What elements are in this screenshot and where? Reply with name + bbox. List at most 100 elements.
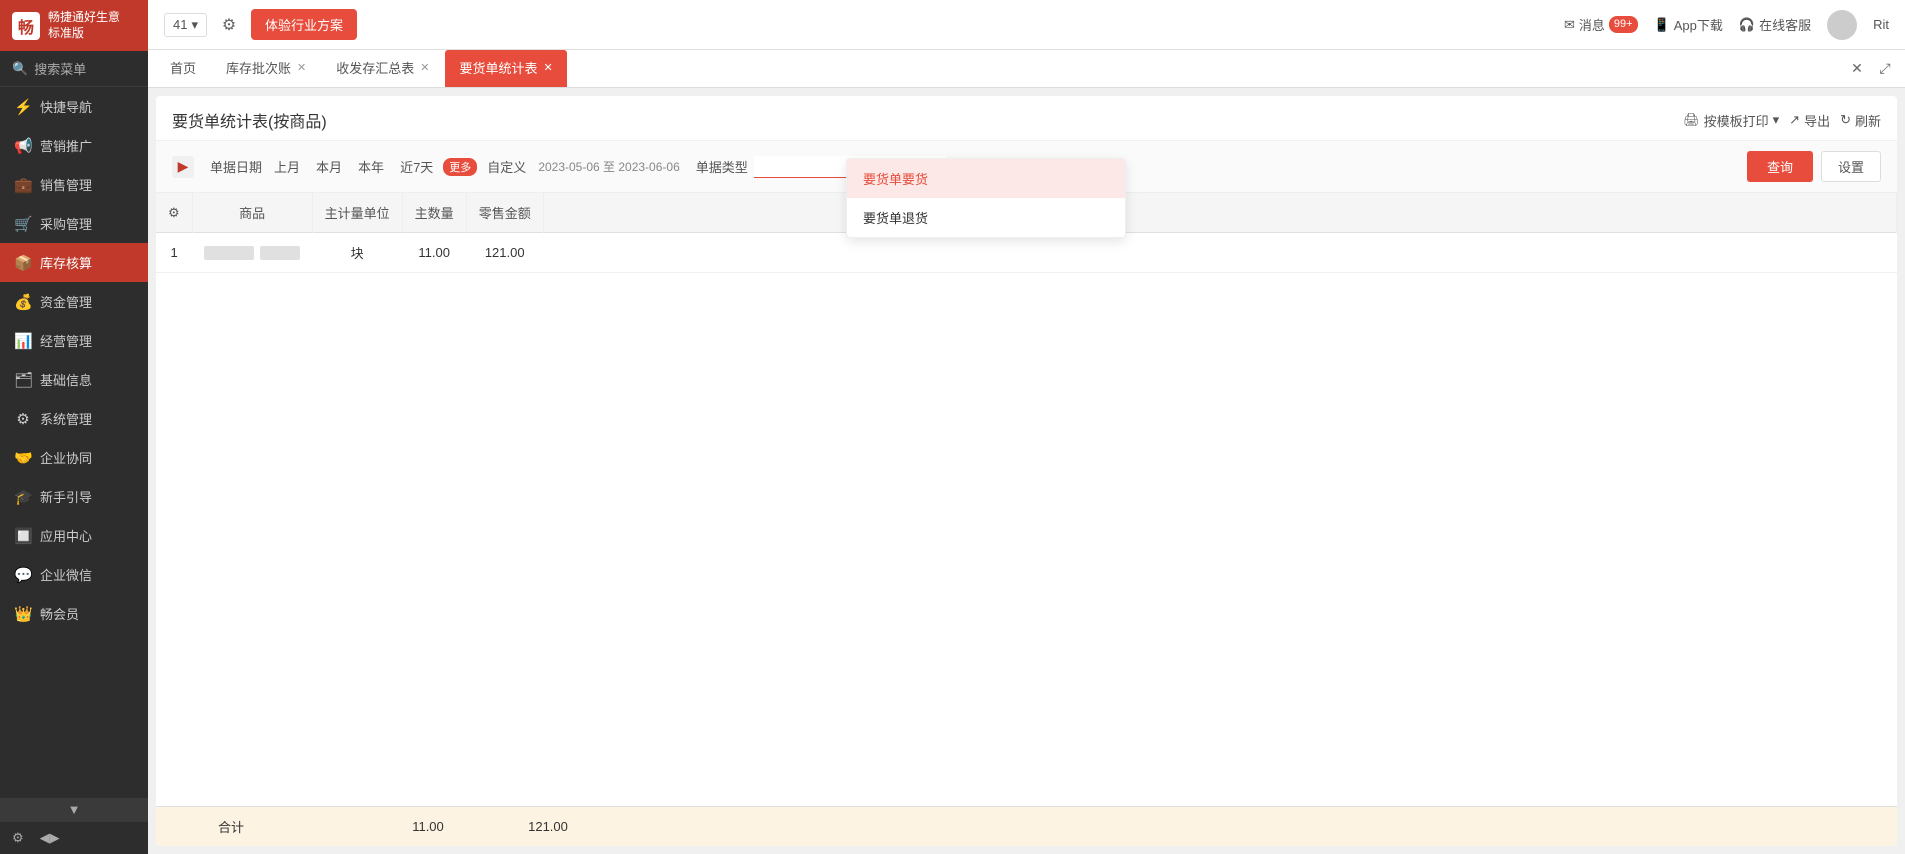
sidebar-item-sales[interactable]: 💼销售管理 <box>0 165 148 204</box>
cell-index-0: 1 <box>156 233 192 273</box>
service-label: 在线客服 <box>1759 15 1811 34</box>
notification-badge: 99+ <box>1609 16 1638 33</box>
more-dates-badge[interactable]: 更多 <box>443 158 477 176</box>
cell-product-0 <box>192 233 312 273</box>
sidebar-icon-quick-nav: ⚡ <box>14 98 32 116</box>
tab-close-order-stats[interactable]: ✕ <box>544 61 553 74</box>
sidebar-icon-purchase: 🛒 <box>14 215 32 233</box>
cell-extra-0 <box>543 233 1896 273</box>
column-settings-icon[interactable]: ⚙ <box>168 205 180 220</box>
sidebar-item-quick-nav[interactable]: ⚡ 快捷导航 <box>0 87 148 126</box>
col-extra <box>543 193 1896 233</box>
message-button[interactable]: ✉ 消息 99+ <box>1564 15 1638 34</box>
tab-label-receive-summary: 收发存汇总表 <box>336 58 414 77</box>
custom-date-btn[interactable]: 自定义 <box>481 155 532 178</box>
sidebar-label-purchase: 采购管理 <box>40 214 92 233</box>
store-selector[interactable]: 41 ▾ <box>164 13 207 37</box>
tab-label-home: 首页 <box>170 58 196 77</box>
sidebar-icon-basics: 🗂 <box>14 371 32 389</box>
filter-actions: 查询 设置 <box>1747 151 1881 182</box>
sidebar-label-basics: 基础信息 <box>40 370 92 389</box>
refresh-button[interactable]: ↻ 刷新 <box>1840 111 1881 130</box>
cell-amount-0: 121.00 <box>466 233 543 273</box>
message-icon: ✉ <box>1564 17 1575 33</box>
page-actions: 🖨 按模板打印 ▾ ↗ 导出 ↻ 刷新 <box>1683 111 1881 130</box>
sidebar-items: ⚡ 快捷导航 📢营销推广💼销售管理 🛒 采购管理 📦 库存核算 💰资金管理📊经营管理 🗂 基础信息… <box>0 87 148 798</box>
header-left: 41 ▾ ⚙ 体验行业方案 <box>164 9 357 40</box>
date-range-text: 2023-05-06 至 2023-06-06 <box>538 158 679 175</box>
sidebar-label-system: 系统管理 <box>40 409 92 428</box>
sidebar-label-member: 畅会员 <box>40 604 79 623</box>
sidebar-scroll-down[interactable]: ▼ <box>0 798 148 821</box>
sidebar-item-guide[interactable]: 🎓 新手引导 <box>0 477 148 516</box>
sidebar-icon-guide: 🎓 <box>14 488 32 506</box>
sidebar-label-guide: 新手引导 <box>40 487 92 506</box>
main-area: 41 ▾ ⚙ 体验行业方案 ✉ 消息 99+ 📱 App下载 🎧 在线客服 Ri… <box>148 0 1905 854</box>
tab-close-inventory-batch[interactable]: ✕ <box>297 61 306 74</box>
store-number: 41 <box>173 17 187 32</box>
set-button[interactable]: 设置 <box>1821 151 1881 182</box>
col-product: 商品 <box>192 193 312 233</box>
search-menu[interactable]: 🔍 搜索菜单 <box>0 51 148 87</box>
tab-close-receive-summary[interactable]: ✕ <box>420 61 429 74</box>
type-dropdown: 要货单要货 要货单退货 <box>846 158 1126 238</box>
logo-text: 畅捷通好生意 标准版 <box>48 10 120 41</box>
print-template-button[interactable]: 🖨 按模板打印 ▾ <box>1683 111 1779 130</box>
filter-expand-button[interactable]: ▶ <box>172 156 194 178</box>
dropdown-item-order-return[interactable]: 要货单退货 <box>847 198 1125 237</box>
tab-end-buttons: ✕ ⤢ <box>1845 57 1897 81</box>
sidebar: 畅 畅捷通好生意 标准版 🔍 搜索菜单 ⚡快捷导航📢营销推广💼销售管理🛒采购管理… <box>0 0 148 854</box>
tab-inventory-batch[interactable]: 库存批次账 ✕ <box>212 50 320 87</box>
query-button[interactable]: 查询 <box>1747 151 1813 182</box>
sidebar-item-member[interactable]: 👑 畅会员 <box>0 594 148 633</box>
last-7-days-btn[interactable]: 近7天 <box>394 155 439 178</box>
date-shortcuts: 上月 本月 本年 近7天 更多 自定义 <box>268 155 532 178</box>
sidebar-item-operation[interactable]: 📊经营管理 <box>0 321 148 360</box>
col-settings[interactable]: ⚙ <box>156 193 192 233</box>
sidebar-icon-inventory: 📦 <box>14 254 32 272</box>
app-icon: 📱 <box>1654 17 1670 33</box>
last-month-btn[interactable]: 上月 <box>268 155 306 178</box>
settings-icon[interactable]: ⚙ <box>12 830 24 846</box>
sidebar-item-inventory[interactable]: 📦 库存核算 <box>0 243 148 282</box>
sidebar-item-system[interactable]: ⚙ 系统管理 <box>0 399 148 438</box>
sidebar-label-enterprise: 企业协同 <box>40 448 92 467</box>
tab-order-stats[interactable]: 要货单统计表 ✕ <box>445 50 566 87</box>
this-month-btn[interactable]: 本月 <box>310 155 348 178</box>
export-button[interactable]: ↗ 导出 <box>1789 111 1830 130</box>
export-icon: ↗ <box>1789 112 1800 128</box>
sidebar-item-basics[interactable]: 🗂 基础信息 <box>0 360 148 399</box>
sidebar-label-inventory: 库存核算 <box>40 253 92 272</box>
sidebar-icon-member: 👑 <box>14 605 32 623</box>
sidebar-item-finance[interactable]: 💰资金管理 <box>0 282 148 321</box>
tab-expand-button[interactable]: ⤢ <box>1873 57 1897 81</box>
online-service-button[interactable]: 🎧 在线客服 <box>1739 15 1811 34</box>
user-avatar[interactable] <box>1827 10 1857 40</box>
sidebar-label-quick-nav: 快捷导航 <box>40 97 92 116</box>
trial-button[interactable]: 体验行业方案 <box>251 9 357 40</box>
content-area: 要货单统计表(按商品) 🖨 按模板打印 ▾ ↗ 导出 ↻ 刷新 ▶ <box>156 96 1897 846</box>
page-title: 要货单统计表(按商品) <box>172 108 327 132</box>
tab-home[interactable]: 首页 <box>156 50 210 87</box>
col-quantity: 主数量 <box>402 193 466 233</box>
app-download-button[interactable]: 📱 App下载 <box>1654 15 1723 34</box>
app-download-label: App下载 <box>1674 15 1723 34</box>
sidebar-item-enterprise[interactable]: 🤝企业协同 <box>0 438 148 477</box>
this-year-btn[interactable]: 本年 <box>352 155 390 178</box>
sidebar-item-app-center[interactable]: 🔲应用中心 <box>0 516 148 555</box>
type-label: 单据类型 <box>696 157 748 176</box>
sidebar-label-wechat: 企业微信 <box>40 565 92 584</box>
sidebar-item-wechat[interactable]: 💬企业微信 <box>0 555 148 594</box>
page-header: 要货单统计表(按商品) 🖨 按模板打印 ▾ ↗ 导出 ↻ 刷新 <box>156 96 1897 141</box>
tab-label-order-stats: 要货单统计表 <box>459 58 537 77</box>
tab-receive-summary[interactable]: 收发存汇总表 ✕ <box>322 50 443 87</box>
sidebar-item-purchase[interactable]: 🛒 采购管理 <box>0 204 148 243</box>
dropdown-item-order-goods[interactable]: 要货单要货 <box>847 159 1125 198</box>
date-label: 单据日期 <box>210 157 262 176</box>
header-settings-icon[interactable]: ⚙ <box>215 11 243 39</box>
sidebar-item-marketing[interactable]: 📢营销推广 <box>0 126 148 165</box>
sidebar-icon-system: ⚙ <box>14 410 32 428</box>
tab-close-all-button[interactable]: ✕ <box>1845 57 1869 81</box>
col-unit: 主计量单位 <box>312 193 402 233</box>
collapse-icon[interactable]: ◀▶ <box>40 830 60 846</box>
